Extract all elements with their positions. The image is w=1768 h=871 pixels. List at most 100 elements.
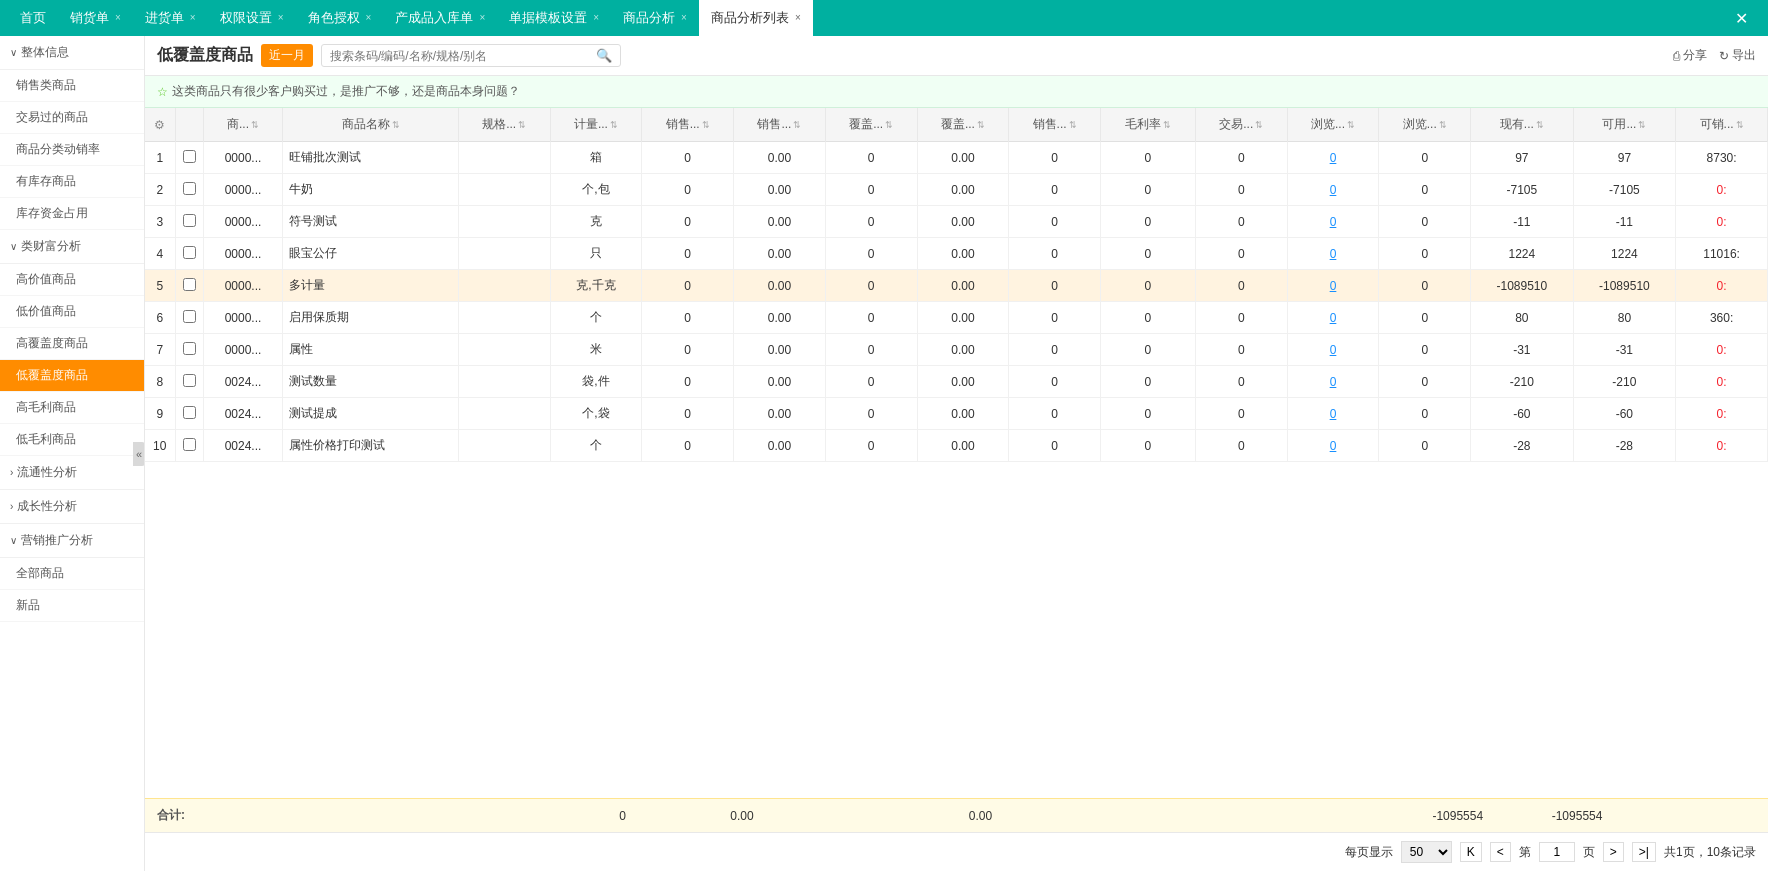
table-row: 8 0024... 测试数量 袋,件 0 0.00 0 0.00 0 0 0 0… [145,366,1768,398]
row-spec [458,206,550,238]
row-browse1[interactable]: 0 [1287,142,1379,174]
close-icon[interactable]: × [479,0,485,36]
close-icon[interactable]: × [593,0,599,36]
close-icon[interactable]: × [190,0,196,36]
row-checkbox[interactable] [175,270,203,302]
unit-col-header[interactable]: 计量...⇅ [550,108,642,142]
sidebar-item-low-gross[interactable]: 低毛利商品 [0,424,144,456]
sales3-col-header[interactable]: 销售...⇅ [1009,108,1101,142]
row-sales3: 0 [1009,302,1101,334]
spec-col-header[interactable]: 规格...⇅ [458,108,550,142]
code-col-header[interactable]: 商...⇅ [203,108,283,142]
close-icon[interactable]: × [366,0,372,36]
sidebar-section-abundance[interactable]: ∨ 类财富分析 [0,230,144,264]
sales2-col-header[interactable]: 销售...⇅ [734,108,826,142]
row-browse1[interactable]: 0 [1287,334,1379,366]
nav-template-settings[interactable]: 单据模板设置 × [497,0,611,36]
nav-product-analysis[interactable]: 商品分析 × [611,0,699,36]
sidebar-collapse-button[interactable]: « [133,442,145,466]
saleable-col-header[interactable]: 可销...⇅ [1676,108,1768,142]
row-browse1[interactable]: 0 [1287,430,1379,462]
row-browse1[interactable]: 0 [1287,398,1379,430]
window-close-button[interactable]: ✕ [1723,9,1760,28]
row-browse1[interactable]: 0 [1287,206,1379,238]
nav-product-analysis-list[interactable]: 商品分析列表 × [699,0,813,36]
row-checkbox[interactable] [175,238,203,270]
settings-icon[interactable]: ⚙ [154,118,165,132]
browse1-col-header[interactable]: 浏览...⇅ [1287,108,1379,142]
share-button[interactable]: ⎙ 分享 [1673,47,1707,64]
nav-permissions[interactable]: 权限设置 × [208,0,296,36]
close-icon[interactable]: × [795,0,801,36]
row-checkbox[interactable] [175,430,203,462]
sidebar-item-low-coverage[interactable]: 低覆盖度商品 [0,360,144,392]
row-cover2: 0.00 [917,302,1009,334]
row-checkbox[interactable] [175,174,203,206]
close-icon[interactable]: × [681,0,687,36]
row-code: 0000... [203,270,283,302]
row-checkbox[interactable] [175,398,203,430]
row-cover2: 0.00 [917,366,1009,398]
row-checkbox[interactable] [175,206,203,238]
nav-roles[interactable]: 角色授权 × [296,0,384,36]
sidebar-item-stocked-products[interactable]: 有库存商品 [0,166,144,198]
sidebar-section-marketing[interactable]: ∨ 营销推广分析 [0,524,144,558]
current-col-header[interactable]: 现有...⇅ [1471,108,1574,142]
footer-spacer1 [205,809,563,823]
search-input[interactable] [330,49,596,63]
settings-col-header[interactable]: ⚙ [145,108,175,142]
nav-purchase[interactable]: 进货单 × [133,0,208,36]
page-number-input[interactable] [1539,842,1575,862]
sidebar-section-flow[interactable]: › 流通性分析 [0,456,144,490]
row-browse1[interactable]: 0 [1287,270,1379,302]
trade-col-header[interactable]: 交易...⇅ [1195,108,1287,142]
row-spec [458,334,550,366]
sidebar-item-high-coverage[interactable]: 高覆盖度商品 [0,328,144,360]
row-browse1[interactable]: 0 [1287,238,1379,270]
row-browse1[interactable]: 0 [1287,366,1379,398]
cover2-col-header[interactable]: 覆盖...⇅ [917,108,1009,142]
browse2-col-header[interactable]: 浏览...⇅ [1379,108,1471,142]
row-checkbox[interactable] [175,334,203,366]
row-sales3: 0 [1009,142,1101,174]
gross-rate-col-header[interactable]: 毛利率⇅ [1100,108,1195,142]
row-checkbox[interactable] [175,302,203,334]
next-page-button[interactable]: > [1603,842,1624,862]
sidebar-item-all-products[interactable]: 全部商品 [0,558,144,590]
per-page-select[interactable]: 50 100 200 [1401,841,1452,863]
row-checkbox[interactable] [175,366,203,398]
info-banner: ☆ 这类商品只有很少客户购买过，是推广不够，还是商品本身问题？ [145,76,1768,108]
sidebar-item-high-value[interactable]: 高价值商品 [0,264,144,296]
sidebar-item-sales-products[interactable]: 销售类商品 [0,70,144,102]
row-browse1[interactable]: 0 [1287,174,1379,206]
sidebar-item-category-turnover[interactable]: 商品分类动销率 [0,134,144,166]
sidebar-item-stock-capital[interactable]: 库存资金占用 [0,198,144,230]
time-filter-button[interactable]: 近一月 [261,44,313,67]
sales1-col-header[interactable]: 销售...⇅ [642,108,734,142]
last-page-button[interactable]: >| [1632,842,1656,862]
sidebar-item-new-products[interactable]: 新品 [0,590,144,622]
name-col-header[interactable]: 商品名称⇅ [283,108,458,142]
cover1-col-header[interactable]: 覆盖...⇅ [825,108,917,142]
nav-sales[interactable]: 销货单 × [58,0,133,36]
sidebar-item-high-gross[interactable]: 高毛利商品 [0,392,144,424]
sidebar-item-traded-products[interactable]: 交易过的商品 [0,102,144,134]
row-browse1[interactable]: 0 [1287,302,1379,334]
row-saleable: 360: [1676,302,1768,334]
available-col-header[interactable]: 可用...⇅ [1573,108,1676,142]
export-button[interactable]: ↻ 导出 [1719,47,1756,64]
close-icon[interactable]: × [115,0,121,36]
prev-page-button[interactable]: < [1490,842,1511,862]
nav-home[interactable]: 首页 [8,0,58,36]
sidebar-section-growth[interactable]: › 成长性分析 [0,490,144,524]
search-icon[interactable]: 🔍 [596,48,612,63]
nav-finished-goods[interactable]: 产成品入库单 × [383,0,497,36]
sidebar-section-overall[interactable]: ∨ 整体信息 [0,36,144,70]
first-page-button[interactable]: K [1460,842,1482,862]
row-checkbox[interactable] [175,142,203,174]
row-cover2: 0.00 [917,398,1009,430]
sidebar-item-low-value[interactable]: 低价值商品 [0,296,144,328]
row-spec [458,238,550,270]
close-icon[interactable]: × [278,0,284,36]
row-spec [458,302,550,334]
